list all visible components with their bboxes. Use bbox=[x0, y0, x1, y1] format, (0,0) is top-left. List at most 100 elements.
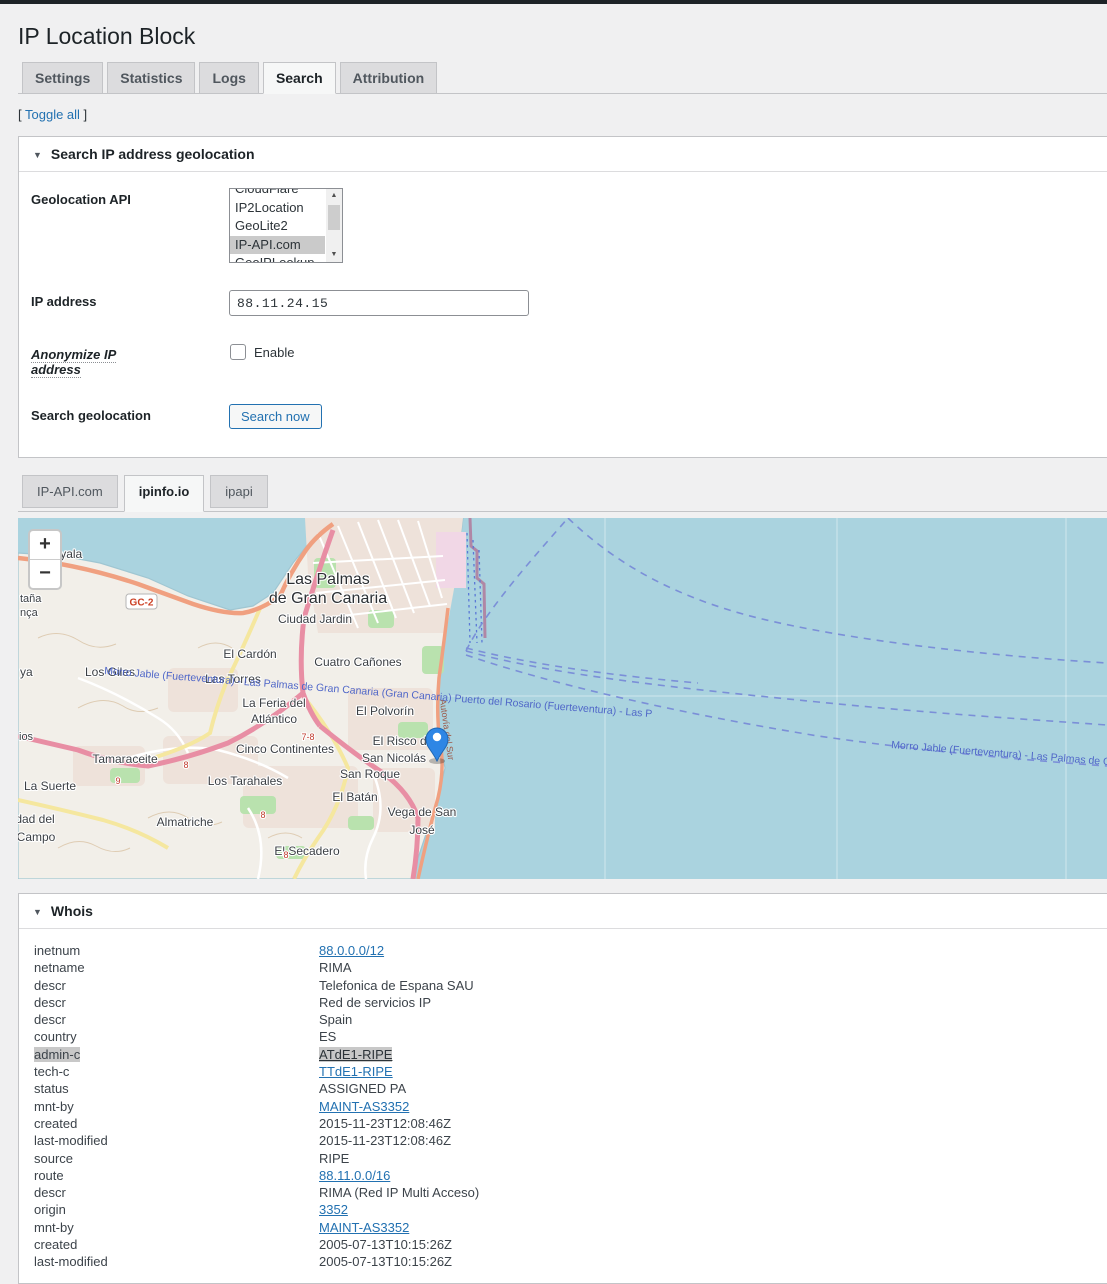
collapse-arrow-icon: ▼ bbox=[33, 150, 42, 160]
map-label: El Risco de bbox=[373, 734, 434, 748]
whois-row: origin 3352 bbox=[19, 1201, 1107, 1218]
map-label: nça bbox=[20, 607, 39, 619]
zoom-out-button[interactable]: − bbox=[30, 559, 60, 588]
result-tab-ip-api.com[interactable]: IP-API.com bbox=[22, 475, 118, 508]
map-label: 7-8 bbox=[301, 732, 314, 742]
whois-value: RIMA bbox=[319, 960, 352, 976]
whois-key: mnt-by bbox=[34, 1219, 74, 1235]
tab-settings[interactable]: Settings bbox=[22, 62, 104, 93]
whois-row: route 88.11.0.0/16 bbox=[19, 1167, 1107, 1184]
page-wrap: IP Location Block Settings Statistics Logs… bbox=[18, 4, 1107, 1284]
whois-value-link[interactable]: MAINT-AS3352 bbox=[319, 1220, 409, 1235]
whois-key: netname bbox=[34, 960, 85, 976]
toggle-all-line: [ Toggle all ] bbox=[18, 107, 1107, 122]
whois-value[interactable]: MAINT-AS3352 bbox=[319, 1098, 409, 1115]
search-form: Geolocation API CloudFlare IP2Location Geo… bbox=[19, 172, 1107, 457]
whois-value[interactable]: TTdE1-RIPE bbox=[319, 1063, 393, 1080]
tab-statistics[interactable]: Statistics bbox=[107, 62, 196, 93]
whois-key: origin bbox=[34, 1202, 66, 1218]
map-label: 8 bbox=[283, 850, 288, 860]
whois-key: created bbox=[34, 1237, 78, 1253]
whois-row: created 2005-07-13T10:15:26Z bbox=[19, 1236, 1107, 1253]
map-label: de Gran Canaria bbox=[269, 590, 387, 607]
row-anonymize: Anonymize IP address Enable bbox=[31, 343, 1095, 378]
anonymize-checkbox[interactable] bbox=[230, 344, 246, 360]
whois-value-link[interactable]: ATdE1-RIPE bbox=[319, 1046, 393, 1062]
whois-value-link[interactable]: MAINT-AS3352 bbox=[319, 1099, 409, 1114]
whois-key: descr bbox=[34, 1012, 66, 1028]
tab-attribution[interactable]: Attribution bbox=[339, 62, 438, 93]
scroll-thumb[interactable] bbox=[328, 205, 340, 230]
geolocation-map[interactable]: GC-2 sta AyalatañançaLas Palmasde Gran C… bbox=[18, 518, 1107, 879]
svg-text:GC-2: GC-2 bbox=[130, 598, 154, 609]
whois-key: status bbox=[34, 1081, 69, 1097]
option-geoiplookup[interactable]: GeoIPLookup bbox=[230, 254, 325, 262]
whois-value[interactable]: 88.11.0.0/16 bbox=[319, 1167, 390, 1184]
option-geolite2[interactable]: GeoLite2 bbox=[230, 217, 325, 236]
row-search-geolocation: Search geolocation Search now bbox=[31, 404, 1095, 429]
whois-value[interactable]: 88.0.0.0/12 bbox=[319, 942, 384, 959]
ip-address-label: IP address bbox=[31, 294, 97, 309]
section-whois-header[interactable]: ▼ Whois bbox=[19, 894, 1107, 929]
tab-logs[interactable]: Logs bbox=[199, 62, 259, 93]
whois-value: 2015-11-23T12:08:46Z bbox=[319, 1133, 452, 1149]
whois-value-link[interactable]: 88.11.0.0/16 bbox=[319, 1168, 390, 1183]
result-tab-ipapi[interactable]: ipapi bbox=[210, 475, 268, 508]
anonymize-checkbox-label: Enable bbox=[254, 345, 295, 360]
whois-value: RIMA (Red IP Multi Acceso) bbox=[319, 1185, 480, 1201]
whois-key: descr bbox=[34, 994, 66, 1010]
row-ip-address: IP address bbox=[31, 290, 1095, 316]
whois-value: Red de servicios IP bbox=[319, 994, 431, 1010]
section-whois: ▼ Whois inetnum 88.0.0.0/12 netname RIMA desc… bbox=[18, 893, 1107, 1284]
map-label: 9 bbox=[115, 776, 120, 786]
whois-row: last-modified 2015-11-23T12:08:46Z bbox=[19, 1132, 1107, 1149]
whois-row: descr Red de servicios IP bbox=[19, 994, 1107, 1011]
map-label: ya bbox=[20, 665, 33, 679]
whois-key: admin-c bbox=[34, 1046, 81, 1062]
whois-table: inetnum 88.0.0.0/12 netname RIMA descr Telefo… bbox=[19, 929, 1107, 1283]
whois-key: descr bbox=[34, 1185, 66, 1201]
whois-value-link[interactable]: TTdE1-RIPE bbox=[319, 1064, 393, 1079]
whois-key: inetnum bbox=[34, 943, 81, 958]
result-tab-ipinfo.io[interactable]: ipinfo.io bbox=[123, 475, 205, 512]
map-road-badge: GC-2 bbox=[125, 593, 158, 610]
whois-value-link[interactable]: 88.0.0.0/12 bbox=[319, 943, 384, 958]
select-scrollbar[interactable]: ▲ ▼ bbox=[326, 189, 342, 262]
ip-address-input[interactable] bbox=[229, 290, 529, 316]
map-zoom-control: + − bbox=[28, 529, 62, 590]
anonymize-label: Anonymize IP address bbox=[31, 343, 117, 378]
whois-value-link[interactable]: 3352 bbox=[319, 1202, 348, 1217]
whois-row: created 2015-11-23T12:08:46Z bbox=[19, 1115, 1107, 1132]
zoom-in-button[interactable]: + bbox=[30, 531, 60, 559]
map-label: Tamaraceite bbox=[92, 752, 158, 766]
map-label: Ciudad del bbox=[18, 812, 55, 826]
whois-row: status ASSIGNED PA bbox=[19, 1080, 1107, 1097]
whois-value: Telefonica de Espana SAU bbox=[319, 977, 474, 993]
whois-key: source bbox=[34, 1150, 74, 1166]
whois-value[interactable]: MAINT-AS3352 bbox=[319, 1219, 409, 1236]
whois-key: country bbox=[34, 1029, 77, 1045]
option-ip2location[interactable]: IP2Location bbox=[230, 199, 325, 218]
tab-search[interactable]: Search bbox=[262, 62, 336, 94]
whois-row: tech-c TTdE1-RIPE bbox=[19, 1063, 1107, 1080]
map-label: San Nicolás bbox=[362, 751, 426, 765]
option-ip-api.com[interactable]: IP-API.com bbox=[230, 235, 325, 254]
row-geolocation-api: Geolocation API CloudFlare IP2Location Geo… bbox=[31, 188, 1095, 263]
whois-value[interactable]: 3352 bbox=[319, 1201, 348, 1218]
whois-row: country ES bbox=[19, 1028, 1107, 1045]
whois-key: route bbox=[34, 1167, 64, 1183]
toggle-all-link[interactable]: Toggle all bbox=[25, 107, 80, 122]
scroll-up-icon[interactable]: ▲ bbox=[326, 189, 342, 203]
option-cloudflare[interactable]: CloudFlare bbox=[230, 189, 325, 199]
map-label: Campo bbox=[18, 830, 56, 844]
whois-key: last-modified bbox=[34, 1254, 108, 1270]
section-search-geolocation: ▼ Search IP address geolocation Geolocati… bbox=[18, 136, 1107, 458]
search-now-button[interactable]: Search now bbox=[229, 404, 322, 429]
whois-value[interactable]: ATdE1-RIPE bbox=[319, 1046, 393, 1063]
scroll-down-icon[interactable]: ▼ bbox=[326, 248, 342, 262]
section-search-header[interactable]: ▼ Search IP address geolocation bbox=[19, 137, 1107, 172]
geolocation-api-select[interactable]: CloudFlare IP2Location GeoLite2 IP-API.com G… bbox=[229, 188, 343, 263]
whois-value: Spain bbox=[319, 1012, 353, 1028]
map-label: ios bbox=[19, 731, 34, 743]
whois-value: 2015-11-23T12:08:46Z bbox=[319, 1115, 452, 1131]
